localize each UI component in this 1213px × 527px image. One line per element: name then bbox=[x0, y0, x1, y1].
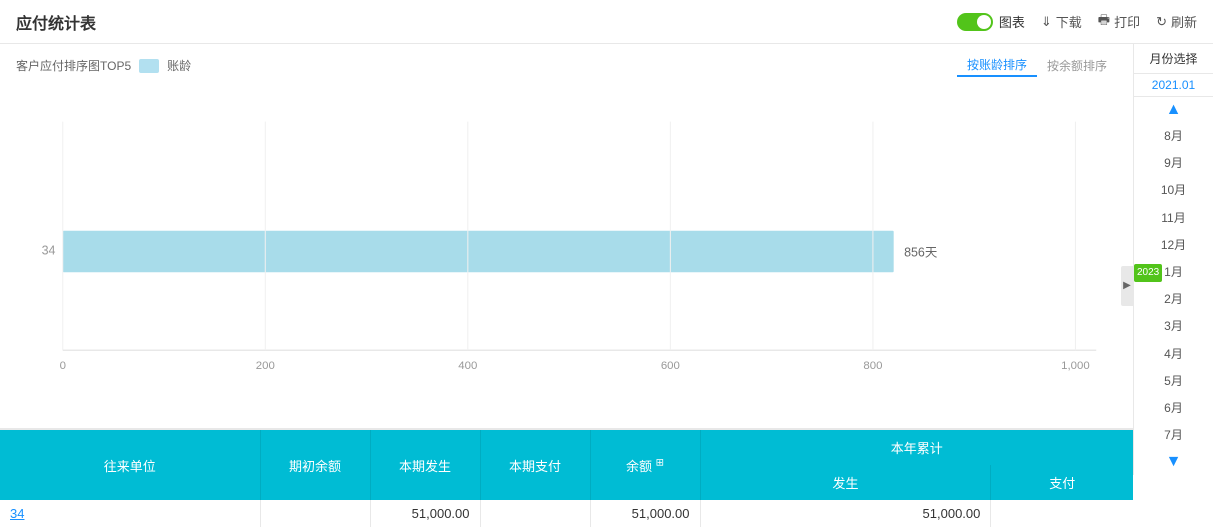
month-item-7[interactable]: 7月 bbox=[1134, 422, 1213, 449]
month-item-6[interactable]: 6月 bbox=[1134, 395, 1213, 422]
th-ytd-group: 本年累计 bbox=[700, 430, 1133, 465]
svg-text:1,000: 1,000 bbox=[1061, 360, 1090, 372]
cell-current-payment bbox=[480, 500, 590, 527]
download-label: 下载 bbox=[1056, 12, 1082, 31]
th-vendor: 往来单位 bbox=[0, 430, 260, 500]
cell-ytd-payment bbox=[991, 500, 1133, 527]
header-actions: 图表 ⇓ 下载 🖶 打印 ↻ 刷新 bbox=[957, 11, 1197, 33]
sidebar-header: 月份选择 bbox=[1134, 44, 1213, 74]
chart-toggle-group[interactable]: 图表 bbox=[957, 12, 1025, 31]
month-sidebar: 月份选择 ▲ 8月 9月 10月 11月 12月 2023 1月 2月 3月 4… bbox=[1133, 44, 1213, 475]
month-item-9[interactable]: 9月 bbox=[1134, 150, 1213, 177]
header: 应付统计表 图表 ⇓ 下载 🖶 打印 ↻ 刷新 bbox=[0, 0, 1213, 44]
print-icon: 🖶 bbox=[1098, 11, 1110, 33]
data-table: 往来单位 期初余额 本期发生 本期支付 余额 ⊞ 本年累计 发生 bbox=[0, 430, 1133, 527]
sidebar-wrapper: ▶ 月份选择 ▲ 8月 9月 10月 11月 12月 2023 1月 2月 3月 bbox=[1133, 44, 1213, 527]
month-item-2[interactable]: 2月 bbox=[1134, 286, 1213, 313]
chart-legend: 客户应付排序图TOP5 账龄 bbox=[16, 57, 191, 74]
th-current-occurrence: 本期发生 bbox=[370, 430, 480, 500]
bar-chart: 34 856天 0 200 400 600 800 1,000 bbox=[16, 85, 1117, 418]
chart-wrapper: 34 856天 0 200 400 600 800 1,000 bbox=[16, 85, 1117, 418]
table-section: 往来单位 期初余额 本期发生 本期支付 余额 ⊞ 本年累计 发生 bbox=[0, 428, 1133, 527]
th-opening-balance: 期初余额 bbox=[260, 430, 370, 500]
svg-text:600: 600 bbox=[661, 360, 680, 372]
chart-section: 客户应付排序图TOP5 账龄 按账龄排序 按余额排序 34 bbox=[0, 44, 1133, 428]
cell-balance: 51,000.00 bbox=[590, 500, 700, 527]
sidebar-nav-up-button[interactable]: ▲ bbox=[1134, 97, 1213, 123]
refresh-icon: ↻ bbox=[1156, 14, 1167, 30]
svg-text:400: 400 bbox=[458, 360, 477, 372]
refresh-button[interactable]: ↻ 刷新 bbox=[1156, 12, 1197, 31]
svg-text:0: 0 bbox=[60, 360, 66, 372]
cell-opening-balance bbox=[260, 500, 370, 527]
chart-toggle[interactable] bbox=[957, 13, 993, 31]
table-header-row-1: 往来单位 期初余额 本期发生 本期支付 余额 ⊞ 本年累计 bbox=[0, 430, 1133, 465]
main-panel: 客户应付排序图TOP5 账龄 按账龄排序 按余额排序 34 bbox=[0, 44, 1133, 527]
th-balance: 余额 ⊞ bbox=[590, 430, 700, 500]
svg-text:800: 800 bbox=[863, 360, 882, 372]
vendor-link[interactable]: 34 bbox=[10, 506, 24, 521]
cell-vendor: 34 bbox=[0, 500, 260, 527]
sidebar-nav-down-button[interactable]: ▼ bbox=[1134, 449, 1213, 475]
svg-text:34: 34 bbox=[42, 244, 56, 258]
month-item-8[interactable]: 8月 bbox=[1134, 123, 1213, 150]
month-item-10[interactable]: 10月 bbox=[1134, 177, 1213, 204]
month-item-5[interactable]: 5月 bbox=[1134, 368, 1213, 395]
month-item-11[interactable]: 11月 bbox=[1134, 205, 1213, 232]
legend-box bbox=[139, 59, 159, 73]
th-ytd-payment: 支付 bbox=[991, 465, 1133, 500]
svg-text:200: 200 bbox=[256, 360, 275, 372]
print-label: 打印 bbox=[1114, 12, 1140, 31]
table-row: 34 51,000.00 51,000.00 51,000.00 bbox=[0, 500, 1133, 527]
page-title: 应付统计表 bbox=[16, 10, 96, 34]
cell-current-occurrence: 51,000.00 bbox=[370, 500, 480, 527]
balance-icon: ⊞ bbox=[656, 457, 664, 468]
th-ytd-occurrence: 发生 bbox=[700, 465, 991, 500]
year-input[interactable] bbox=[1134, 74, 1213, 97]
content-area: 客户应付排序图TOP5 账龄 按账龄排序 按余额排序 34 bbox=[0, 44, 1213, 527]
refresh-label: 刷新 bbox=[1171, 12, 1197, 31]
month-item-1[interactable]: 2023 1月 bbox=[1134, 259, 1213, 286]
month-item-4[interactable]: 4月 bbox=[1134, 341, 1213, 368]
chart-header: 客户应付排序图TOP5 账龄 按账龄排序 按余额排序 bbox=[16, 54, 1117, 77]
legend-label: 客户应付排序图TOP5 bbox=[16, 57, 131, 74]
chart-sort-buttons: 按账龄排序 按余额排序 bbox=[957, 54, 1117, 77]
year-badge-2023: 2023 bbox=[1134, 264, 1162, 282]
print-button[interactable]: 🖶 打印 bbox=[1098, 11, 1140, 33]
download-button[interactable]: ⇓ 下载 bbox=[1041, 12, 1082, 31]
sort-by-amount-button[interactable]: 按账龄排序 bbox=[957, 54, 1037, 77]
sort-by-balance-button[interactable]: 按余额排序 bbox=[1037, 54, 1117, 77]
cell-ytd-occurrence: 51,000.00 bbox=[700, 500, 991, 527]
month-list: 8月 9月 10月 11月 12月 2023 1月 2月 3月 4月 5月 6月… bbox=[1134, 123, 1213, 449]
download-icon: ⇓ bbox=[1041, 14, 1052, 30]
month-item-12[interactable]: 12月 bbox=[1134, 232, 1213, 259]
chart-label: 图表 bbox=[999, 12, 1025, 31]
month-item-3[interactable]: 3月 bbox=[1134, 313, 1213, 340]
svg-text:856天: 856天 bbox=[904, 246, 938, 260]
legend-box-label: 账龄 bbox=[167, 57, 191, 74]
th-current-payment: 本期支付 bbox=[480, 430, 590, 500]
sidebar-collapse-button[interactable]: ▶ bbox=[1121, 266, 1133, 306]
